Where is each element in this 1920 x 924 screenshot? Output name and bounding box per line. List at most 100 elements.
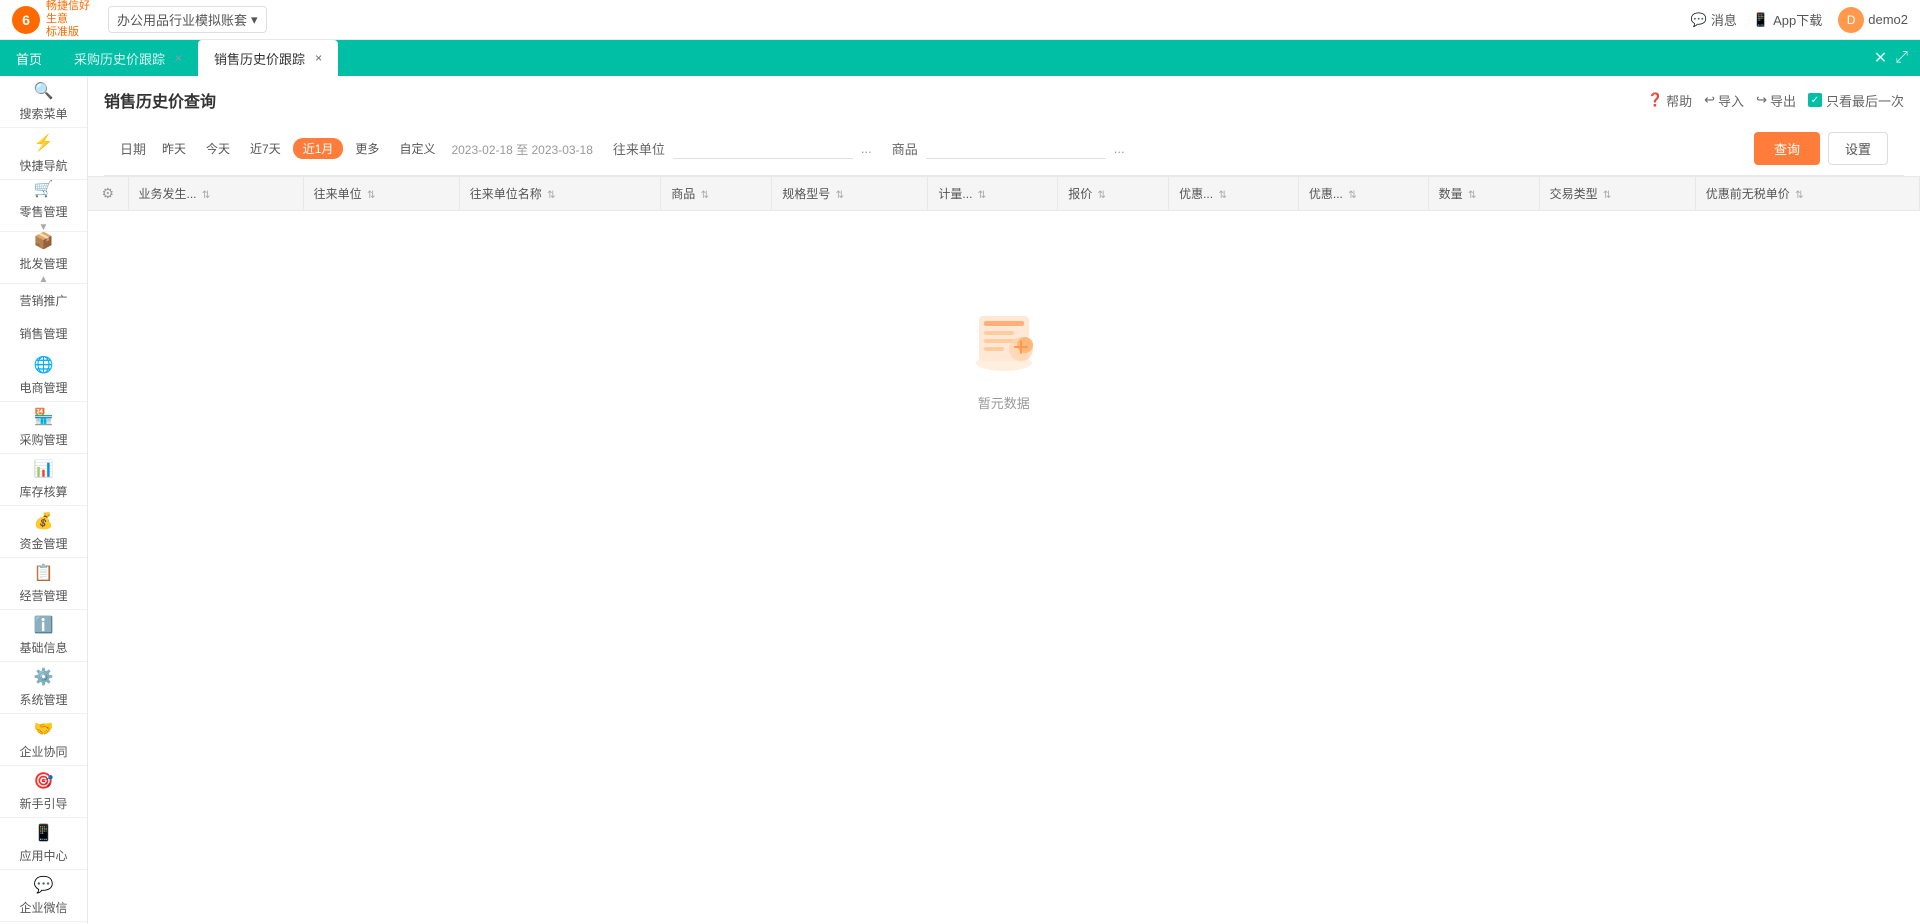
help-button[interactable]: ❓ 帮助 (1647, 91, 1692, 110)
sidebar-item-inventory[interactable]: 📊 库存核算 (0, 454, 87, 506)
sidebar-label-inventory: 库存核算 (19, 483, 67, 500)
query-button[interactable]: 查询 (1754, 132, 1820, 165)
setting-button[interactable]: 设置 (1828, 132, 1888, 165)
checkbox-icon (1808, 93, 1822, 107)
sidebar-label-wechat: 企业微信 (19, 899, 67, 916)
sidebar-label-enterprise: 企业协同 (19, 743, 67, 760)
empty-illustration (959, 291, 1049, 381)
sidebar-label-retail: 零售管理 (19, 203, 67, 220)
date-btn-today[interactable]: 今天 (198, 138, 238, 159)
import-button[interactable]: ↩ 导入 (1704, 91, 1744, 110)
sort-icon: ⇅ (1468, 190, 1476, 201)
top-bar-left: 6 畅捷信好生意 标准版 办公用品行业模拟账套 ▾ (12, 0, 267, 39)
guide-icon: 🎯 (34, 771, 54, 791)
filter-bar: 日期 昨天 今天 近7天 近1月 更多 自定义 2023-02-18 至 202… (104, 122, 1904, 176)
sidebar-item-retail[interactable]: 🛒 零售管理 ▼ (0, 180, 87, 232)
sidebar-item-wholesale[interactable]: 📦 批发管理 ▲ (0, 232, 87, 284)
empty-text: 暂元数据 (978, 393, 1030, 412)
empty-state: 暂元数据 (88, 211, 1920, 492)
help-icon: ❓ (1647, 92, 1663, 108)
sort-icon: ⇅ (1795, 190, 1803, 201)
th-spec[interactable]: 规格型号 ⇅ (772, 177, 928, 211)
date-btn-more[interactable]: 更多 (347, 138, 387, 159)
top-bar-right: 💬 消息 📱 App下载 D demo2 (1691, 7, 1908, 33)
app-selector[interactable]: 办公用品行业模拟账套 ▾ (108, 6, 267, 33)
tab-expand-button[interactable]: ⤢ (1895, 49, 1908, 67)
sidebar-item-quick-nav[interactable]: ⚡ 快捷导航 (0, 128, 87, 180)
page-header: 销售历史价查询 ❓ 帮助 ↩ 导入 ↪ 导出 (88, 76, 1920, 177)
tab-sales-history[interactable]: 销售历史价跟踪 × (198, 40, 338, 76)
retail-icon: 🛒 (34, 179, 54, 199)
date-btn-yesterday[interactable]: 昨天 (154, 138, 194, 159)
th-goods[interactable]: 商品 ⇅ (661, 177, 772, 211)
th-pretax-price[interactable]: 优惠前无税单价 ⇅ (1695, 177, 1919, 211)
tab-sales-close[interactable]: × (315, 51, 322, 65)
app-download-button[interactable]: 📱 App下载 (1753, 10, 1822, 29)
sidebar-item-sales-mgmt[interactable]: 销售管理 (0, 317, 87, 350)
only-last-checkbox[interactable]: 只看最后一次 (1808, 91, 1904, 110)
sidebar-item-basic-info[interactable]: ℹ️ 基础信息 (0, 610, 87, 662)
partner-dots: ... (861, 141, 872, 156)
sidebar-item-enterprise[interactable]: 🤝 企业协同 (0, 714, 87, 766)
goods-label: 商品 (892, 139, 918, 158)
tab-home[interactable]: 首页 (0, 40, 58, 76)
tab-purchase-label: 采购历史价跟踪 (74, 49, 165, 68)
sidebar-item-marketing[interactable]: 营销推广 (0, 284, 87, 317)
sort-icon: ⇅ (701, 190, 709, 201)
th-partner-code[interactable]: 往来单位 ⇅ (303, 177, 459, 211)
sidebar-item-operations[interactable]: 📋 经营管理 (0, 558, 87, 610)
message-button[interactable]: 💬 消息 (1691, 10, 1737, 29)
th-quantity[interactable]: 数量 ⇅ (1428, 177, 1539, 211)
date-btn-7days[interactable]: 近7天 (242, 138, 289, 159)
avatar: D (1838, 7, 1864, 33)
th-quote[interactable]: 报价 ⇅ (1058, 177, 1169, 211)
sidebar-label-app-center: 应用中心 (19, 847, 67, 864)
partner-input[interactable] (673, 139, 853, 159)
sidebar-item-finance[interactable]: 💰 资金管理 (0, 506, 87, 558)
logo-text: 畅捷信好生意 标准版 (46, 0, 100, 39)
wechat-icon: 💬 (34, 875, 54, 895)
date-range-display: 2023-02-18 至 2023-03-18 (451, 141, 592, 158)
th-gear[interactable]: ⚙ (88, 177, 128, 211)
sort-icon: ⇅ (202, 190, 210, 201)
app-selector-label: 办公用品行业模拟账套 (117, 10, 247, 29)
th-trade-type[interactable]: 交易类型 ⇅ (1539, 177, 1695, 211)
import-icon: ↩ (1704, 92, 1715, 108)
sort-icon: ⇅ (836, 190, 844, 201)
th-discount2[interactable]: 优惠... ⇅ (1298, 177, 1428, 211)
sidebar-item-app-center[interactable]: 📱 应用中心 (0, 818, 87, 870)
search-icon: 🔍 (34, 81, 54, 101)
sidebar: 🔍 搜索菜单 ⚡ 快捷导航 🛒 零售管理 ▼ 📦 批发管理 ▲ 营销推广 销售管… (0, 76, 88, 924)
sidebar-item-system[interactable]: ⚙️ 系统管理 (0, 662, 87, 714)
tab-actions: ✕ ⤢ (1874, 48, 1920, 68)
page-title: 销售历史价查询 (104, 88, 216, 112)
goods-input[interactable] (926, 139, 1106, 159)
sidebar-item-ecommerce[interactable]: 🌐 电商管理 (0, 350, 87, 402)
logo-icon: 6 (12, 6, 40, 34)
date-btn-custom[interactable]: 自定义 (391, 138, 443, 159)
th-discount1[interactable]: 优惠... ⇅ (1169, 177, 1299, 211)
sidebar-item-guide[interactable]: 🎯 新手引导 (0, 766, 87, 818)
page-title-bar: 销售历史价查询 ❓ 帮助 ↩ 导入 ↪ 导出 (104, 88, 1904, 112)
tab-purchase-history[interactable]: 采购历史价跟踪 × (58, 40, 198, 76)
sidebar-item-search-menu[interactable]: 🔍 搜索菜单 (0, 76, 87, 128)
sidebar-label-operations: 经营管理 (19, 587, 67, 604)
tab-close-all-button[interactable]: ✕ (1874, 48, 1887, 68)
sidebar-item-purchase[interactable]: 🏪 采购管理 (0, 402, 87, 454)
tab-purchase-close[interactable]: × (175, 51, 182, 65)
sidebar-item-wechat[interactable]: 💬 企业微信 (0, 870, 87, 922)
date-btn-1month[interactable]: 近1月 (293, 138, 344, 159)
export-icon: ↪ (1756, 92, 1767, 108)
ecommerce-icon: 🌐 (34, 355, 54, 375)
date-filter-group: 日期 昨天 今天 近7天 近1月 更多 自定义 2023-02-18 至 202… (120, 138, 593, 159)
user-profile[interactable]: D demo2 (1838, 7, 1908, 33)
th-partner-name[interactable]: 往来单位名称 ⇅ (459, 177, 661, 211)
basic-info-icon: ℹ️ (34, 615, 54, 635)
top-bar: 6 畅捷信好生意 标准版 办公用品行业模拟账套 ▾ 💬 消息 📱 App下载 D… (0, 0, 1920, 40)
sort-icon: ⇅ (547, 190, 555, 201)
chevron-up-icon: ▲ (39, 274, 49, 285)
th-unit[interactable]: 计量... ⇅ (928, 177, 1058, 211)
sort-icon: ⇅ (1348, 190, 1356, 201)
th-business-date[interactable]: 业务发生... ⇅ (128, 177, 303, 211)
export-button[interactable]: ↪ 导出 (1756, 91, 1796, 110)
